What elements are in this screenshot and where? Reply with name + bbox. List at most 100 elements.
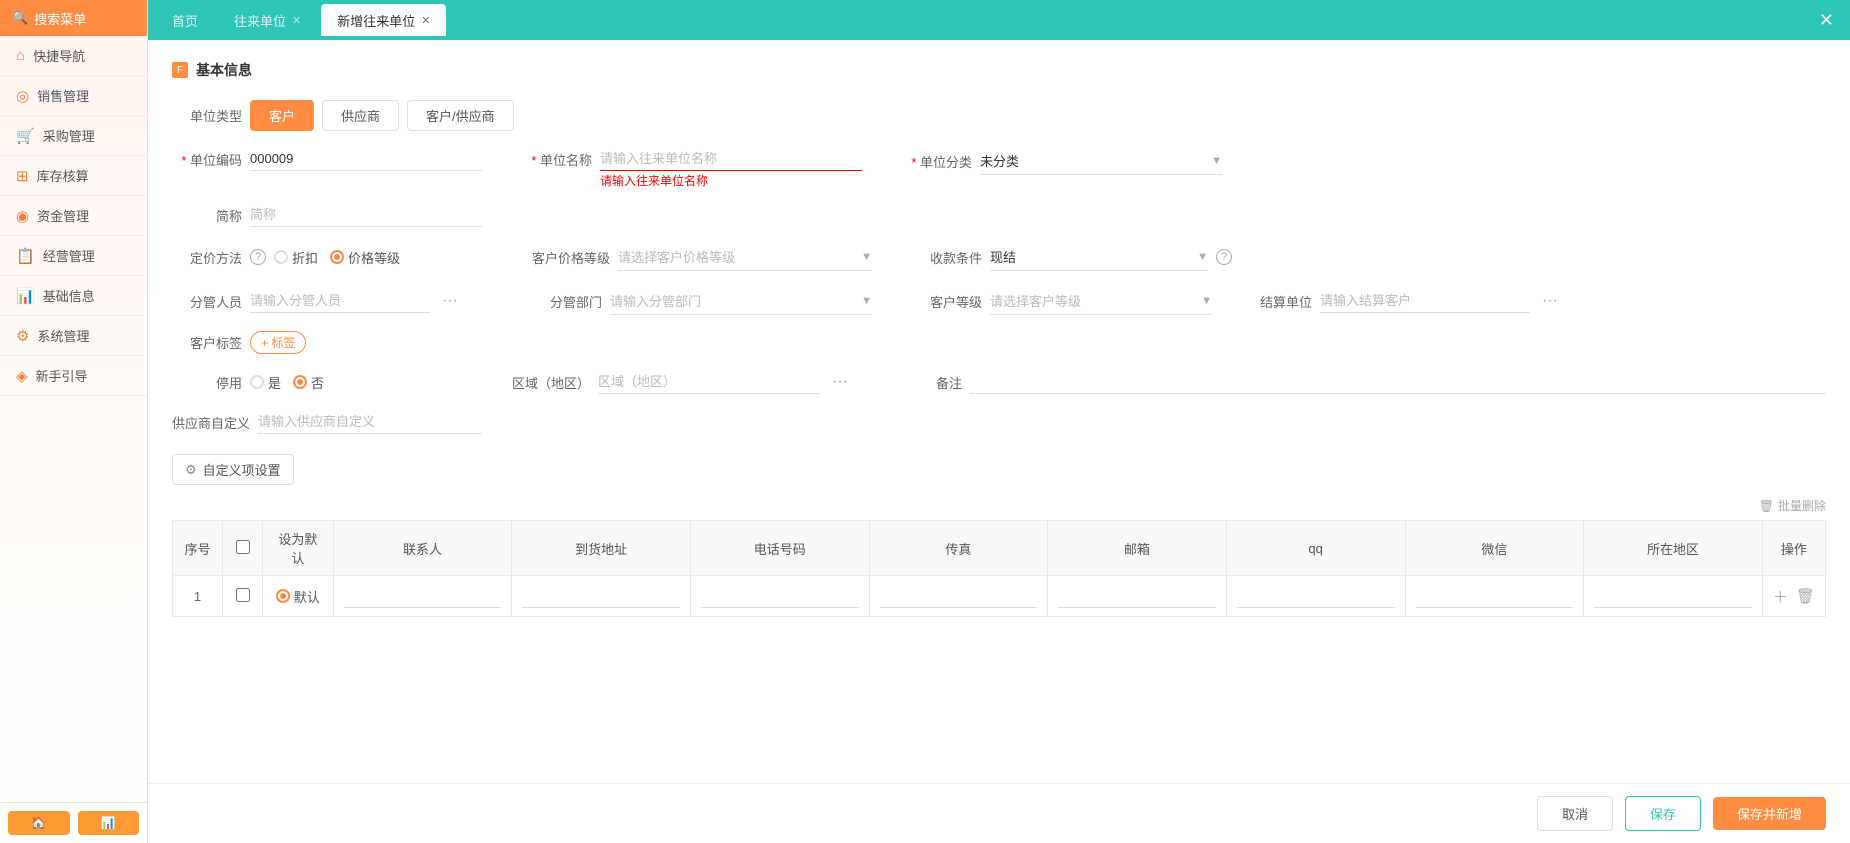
- manager-more-icon[interactable]: ···: [438, 292, 462, 310]
- radio-disable-yes[interactable]: 是: [250, 373, 281, 392]
- save-new-button[interactable]: 保存并新增: [1713, 797, 1826, 830]
- tab-home[interactable]: 首页: [156, 4, 214, 36]
- row-fax-input[interactable]: [880, 584, 1038, 608]
- type-btn-supplier[interactable]: 供应商: [322, 100, 399, 131]
- sidebar-item-purchase[interactable]: 🛒 采购管理: [0, 116, 147, 156]
- tab-contacts[interactable]: 往来单位 ✕: [218, 4, 317, 36]
- sidebar-item-basic[interactable]: 📊 基础信息: [0, 276, 147, 316]
- row-region-input[interactable]: [1594, 584, 1752, 608]
- radio-disable-no[interactable]: 否: [293, 373, 324, 392]
- cancel-button[interactable]: 取消: [1537, 796, 1613, 831]
- guide-icon: ◈: [16, 367, 28, 385]
- batch-delete-button[interactable]: 🗑 批量删除: [1759, 497, 1826, 514]
- row-email-input[interactable]: [1058, 584, 1216, 608]
- tab-new-contact-close[interactable]: ✕: [421, 14, 430, 27]
- unit-type-label: 单位类型: [172, 106, 242, 125]
- pricing-help-icon[interactable]: ?: [250, 249, 266, 265]
- remark-input[interactable]: [970, 370, 1826, 394]
- search-menu-button[interactable]: 🔍 搜索菜单: [0, 0, 147, 36]
- radio-price-level-circle: [330, 250, 344, 264]
- customer-level-select[interactable]: 请选择客户等级 ▼: [990, 287, 1212, 315]
- sidebar-item-inventory[interactable]: ⊞ 库存核算: [0, 156, 147, 196]
- col-checkbox: [223, 521, 263, 576]
- main-content: 首页 往来单位 ✕ 新增往来单位 ✕ ✕ F 基本信息 单位类型 客户 供应商 …: [148, 0, 1850, 843]
- row-contact-input[interactable]: [344, 584, 502, 608]
- row-delete-button[interactable]: 🗑: [1796, 587, 1815, 605]
- row-wechat-input[interactable]: [1416, 584, 1574, 608]
- settlement-unit-more-icon[interactable]: ···: [1538, 292, 1562, 310]
- col-wechat: 微信: [1405, 521, 1584, 576]
- type-buttons: 客户 供应商 客户/供应商: [250, 100, 514, 131]
- sidebar-item-finance[interactable]: ◉ 资金管理: [0, 196, 147, 236]
- sidebar-item-operations[interactable]: 📋 经营管理: [0, 236, 147, 276]
- manager-input[interactable]: [250, 289, 430, 313]
- custom-settings-button[interactable]: ⚙ 自定义项设置: [172, 454, 294, 485]
- unit-category-select[interactable]: 未分类 ▼: [980, 147, 1222, 175]
- row-checkbox[interactable]: [236, 588, 250, 602]
- customer-tag-row: 客户标签 + 标签: [172, 331, 1826, 354]
- manager-group: 分管人员 ···: [172, 289, 492, 313]
- tab-bar-close-all[interactable]: ✕: [1811, 10, 1842, 31]
- row-add-button[interactable]: ＋: [1773, 586, 1788, 607]
- row-email[interactable]: [1048, 576, 1227, 617]
- payment-terms-help-icon[interactable]: ?: [1216, 249, 1232, 265]
- supplier-custom-input[interactable]: [258, 410, 482, 434]
- save-button[interactable]: 保存: [1625, 796, 1701, 831]
- row-default-radio[interactable]: 默认: [273, 587, 323, 606]
- sidebar-home-btn[interactable]: 🏠: [8, 811, 70, 835]
- row-phone[interactable]: [690, 576, 869, 617]
- row-phone-input[interactable]: [701, 584, 859, 608]
- region-more-icon[interactable]: ···: [828, 373, 852, 391]
- radio-price-level[interactable]: 价格等级: [330, 248, 400, 267]
- add-tag-label: + 标签: [261, 334, 295, 351]
- batch-delete-icon: 🗑: [1759, 499, 1774, 513]
- add-tag-button[interactable]: + 标签: [250, 331, 306, 354]
- short-name-label: 简称: [172, 206, 242, 225]
- unit-code-group: 单位编码: [172, 147, 482, 171]
- unit-category-label: 单位分类: [902, 152, 972, 171]
- radio-price-level-label: 价格等级: [348, 248, 400, 267]
- row-fax[interactable]: [869, 576, 1048, 617]
- unit-name-input[interactable]: [600, 147, 862, 171]
- batch-delete-label: 批量删除: [1778, 497, 1826, 514]
- sidebar-item-system[interactable]: ⚙ 系统管理: [0, 316, 147, 356]
- operations-icon: 📋: [16, 247, 35, 265]
- sidebar-stats-btn[interactable]: 📊: [78, 811, 140, 835]
- sidebar-item-label: 库存核算: [37, 166, 89, 185]
- radio-discount[interactable]: 折扣: [274, 248, 318, 267]
- radio-yes-circle: [250, 375, 264, 389]
- row-qq[interactable]: [1226, 576, 1405, 617]
- row-address[interactable]: [512, 576, 691, 617]
- region-input[interactable]: [598, 370, 820, 394]
- short-name-input[interactable]: [250, 203, 482, 227]
- sidebar-item-label: 快捷导航: [33, 46, 85, 65]
- sidebar-item-sales[interactable]: ◎ 销售管理: [0, 76, 147, 116]
- tab-new-contact[interactable]: 新增往来单位 ✕: [321, 4, 446, 36]
- tab-contacts-close[interactable]: ✕: [292, 14, 301, 27]
- remark-label: 备注: [892, 373, 962, 392]
- customer-price-level-group: 客户价格等级 请选择客户价格等级 ▼: [532, 243, 872, 271]
- department-select[interactable]: 请输入分管部门 ▼: [610, 287, 872, 315]
- type-btn-both[interactable]: 客户/供应商: [407, 100, 514, 131]
- select-all-checkbox[interactable]: [236, 540, 250, 554]
- department-label: 分管部门: [532, 292, 602, 311]
- unit-code-input[interactable]: [250, 147, 482, 171]
- settlement-unit-input[interactable]: [1320, 289, 1530, 313]
- customer-price-level-select[interactable]: 请选择客户价格等级 ▼: [618, 243, 872, 271]
- row-wechat[interactable]: [1405, 576, 1584, 617]
- row-qq-input[interactable]: [1237, 584, 1395, 608]
- row-contact[interactable]: [333, 576, 512, 617]
- payment-terms-select[interactable]: 现结 ▼: [990, 243, 1208, 271]
- region-label: 区域（地区）: [512, 373, 590, 392]
- section-icon: F: [172, 62, 188, 78]
- sidebar-item-quick-nav[interactable]: ⌂ 快捷导航: [0, 36, 147, 76]
- sidebar-item-guide[interactable]: ◈ 新手引导: [0, 356, 147, 396]
- settlement-unit-label: 结算单位: [1242, 292, 1312, 311]
- type-btn-customer[interactable]: 客户: [250, 100, 314, 131]
- payment-terms-chevron: ▼: [1197, 251, 1208, 263]
- unit-code-label: 单位编码: [172, 150, 242, 169]
- row-region[interactable]: [1584, 576, 1763, 617]
- unit-type-row: 单位类型 客户 供应商 客户/供应商: [172, 100, 1826, 131]
- row-address-input[interactable]: [522, 584, 680, 608]
- unit-category-chevron: ▼: [1211, 155, 1222, 167]
